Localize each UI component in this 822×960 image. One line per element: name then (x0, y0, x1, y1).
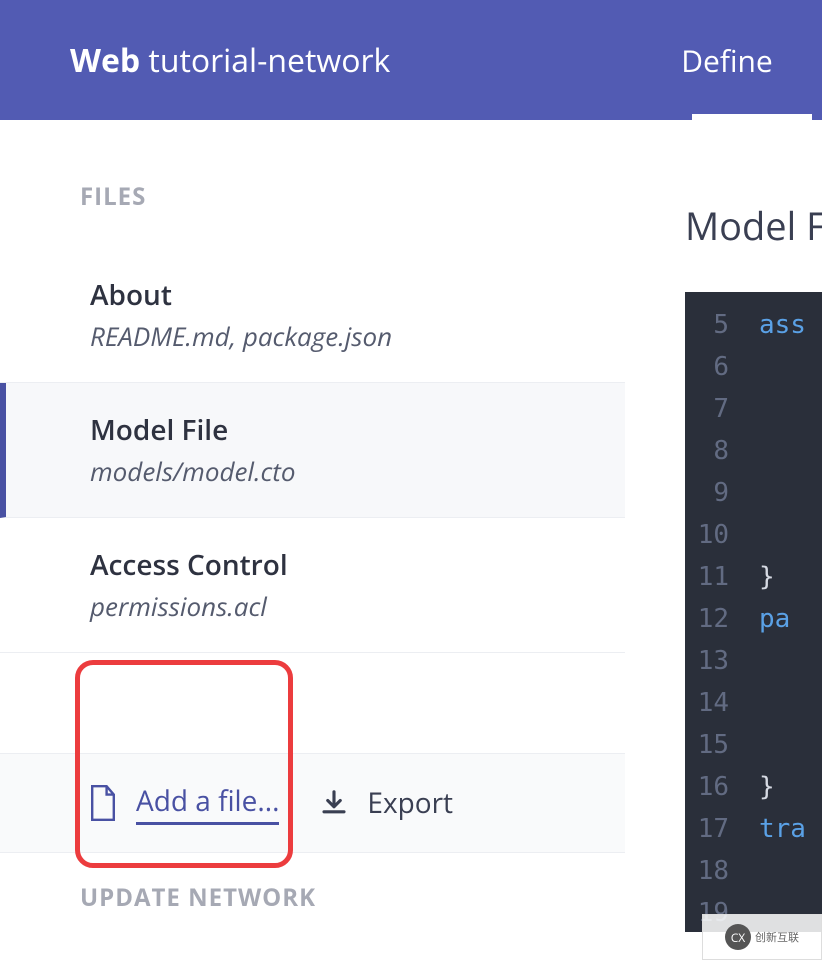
code-line: 11} (685, 556, 822, 598)
line-content: } (741, 766, 775, 808)
line-number: 8 (685, 430, 741, 472)
line-number: 11 (685, 556, 741, 598)
title-name: tutorial-network (148, 39, 390, 82)
watermark: CX 创新互联 (702, 914, 822, 960)
file-actions-row: Add a file... Export (0, 753, 625, 853)
line-number: 6 (685, 346, 741, 388)
file-title: Access Control (90, 546, 625, 584)
line-content (741, 346, 759, 388)
line-content: ass (741, 304, 806, 346)
code-line: 18 (685, 850, 822, 892)
export-label: Export (367, 784, 453, 822)
code-line: 13 (685, 640, 822, 682)
export-icon (319, 785, 349, 821)
code-line: 7 (685, 388, 822, 430)
line-number: 14 (685, 682, 741, 724)
file-icon (88, 785, 118, 821)
line-number: 18 (685, 850, 741, 892)
line-number: 5 (685, 304, 741, 346)
line-number: 10 (685, 514, 741, 556)
code-editor[interactable]: 5ass67891011}12pa13141516}17tra181920} (685, 292, 822, 932)
code-line: 8 (685, 430, 822, 472)
file-title: Model File (90, 411, 625, 449)
main-area: FILES About README.md, package.json Mode… (0, 120, 822, 960)
line-content (741, 682, 759, 724)
code-line: 10 (685, 514, 822, 556)
tab-define[interactable]: Define (632, 0, 822, 120)
line-number: 12 (685, 598, 741, 640)
line-number: 13 (685, 640, 741, 682)
line-content (741, 850, 759, 892)
code-line: 12pa (685, 598, 822, 640)
line-content: tra (741, 808, 806, 850)
file-subtitle: README.md, package.json (90, 318, 625, 354)
file-title: About (90, 276, 625, 314)
file-item-access-control[interactable]: Access Control permissions.acl (0, 518, 625, 653)
line-number: 17 (685, 808, 741, 850)
code-line: 14 (685, 682, 822, 724)
file-subtitle: permissions.acl (90, 588, 625, 624)
export-button[interactable]: Export (319, 784, 453, 822)
watermark-logo: CX (725, 924, 751, 950)
line-number: 9 (685, 472, 741, 514)
update-network-label: UPDATE NETWORK (0, 881, 625, 914)
code-line: 5ass (685, 304, 822, 346)
line-number: 16 (685, 766, 741, 808)
watermark-text: 创新互联 (755, 929, 799, 945)
line-content (741, 724, 759, 766)
code-line: 17tra (685, 808, 822, 850)
line-number: 15 (685, 724, 741, 766)
editor-title: Model F (625, 200, 822, 252)
line-content (741, 430, 759, 472)
code-line: 15 (685, 724, 822, 766)
line-content: pa (741, 598, 790, 640)
file-item-model[interactable]: Model File models/model.cto (0, 383, 625, 518)
line-content (741, 388, 759, 430)
line-number: 7 (685, 388, 741, 430)
line-content (741, 640, 759, 682)
file-subtitle: models/model.cto (90, 453, 625, 489)
add-file-label: Add a file... (136, 782, 279, 825)
code-line: 16} (685, 766, 822, 808)
add-file-button[interactable]: Add a file... (88, 782, 279, 825)
network-title: Web tutorial-network (0, 39, 390, 82)
line-content (741, 472, 759, 514)
app-header: Web tutorial-network Define (0, 0, 822, 120)
files-sidebar: FILES About README.md, package.json Mode… (0, 120, 625, 960)
code-line: 6 (685, 346, 822, 388)
editor-pane: Model F 5ass67891011}12pa13141516}17tra1… (625, 120, 822, 960)
line-content: } (741, 556, 775, 598)
code-line: 9 (685, 472, 822, 514)
files-section-label: FILES (0, 180, 625, 213)
file-item-about[interactable]: About README.md, package.json (0, 248, 625, 383)
line-content (741, 514, 759, 556)
title-prefix: Web (70, 39, 140, 82)
